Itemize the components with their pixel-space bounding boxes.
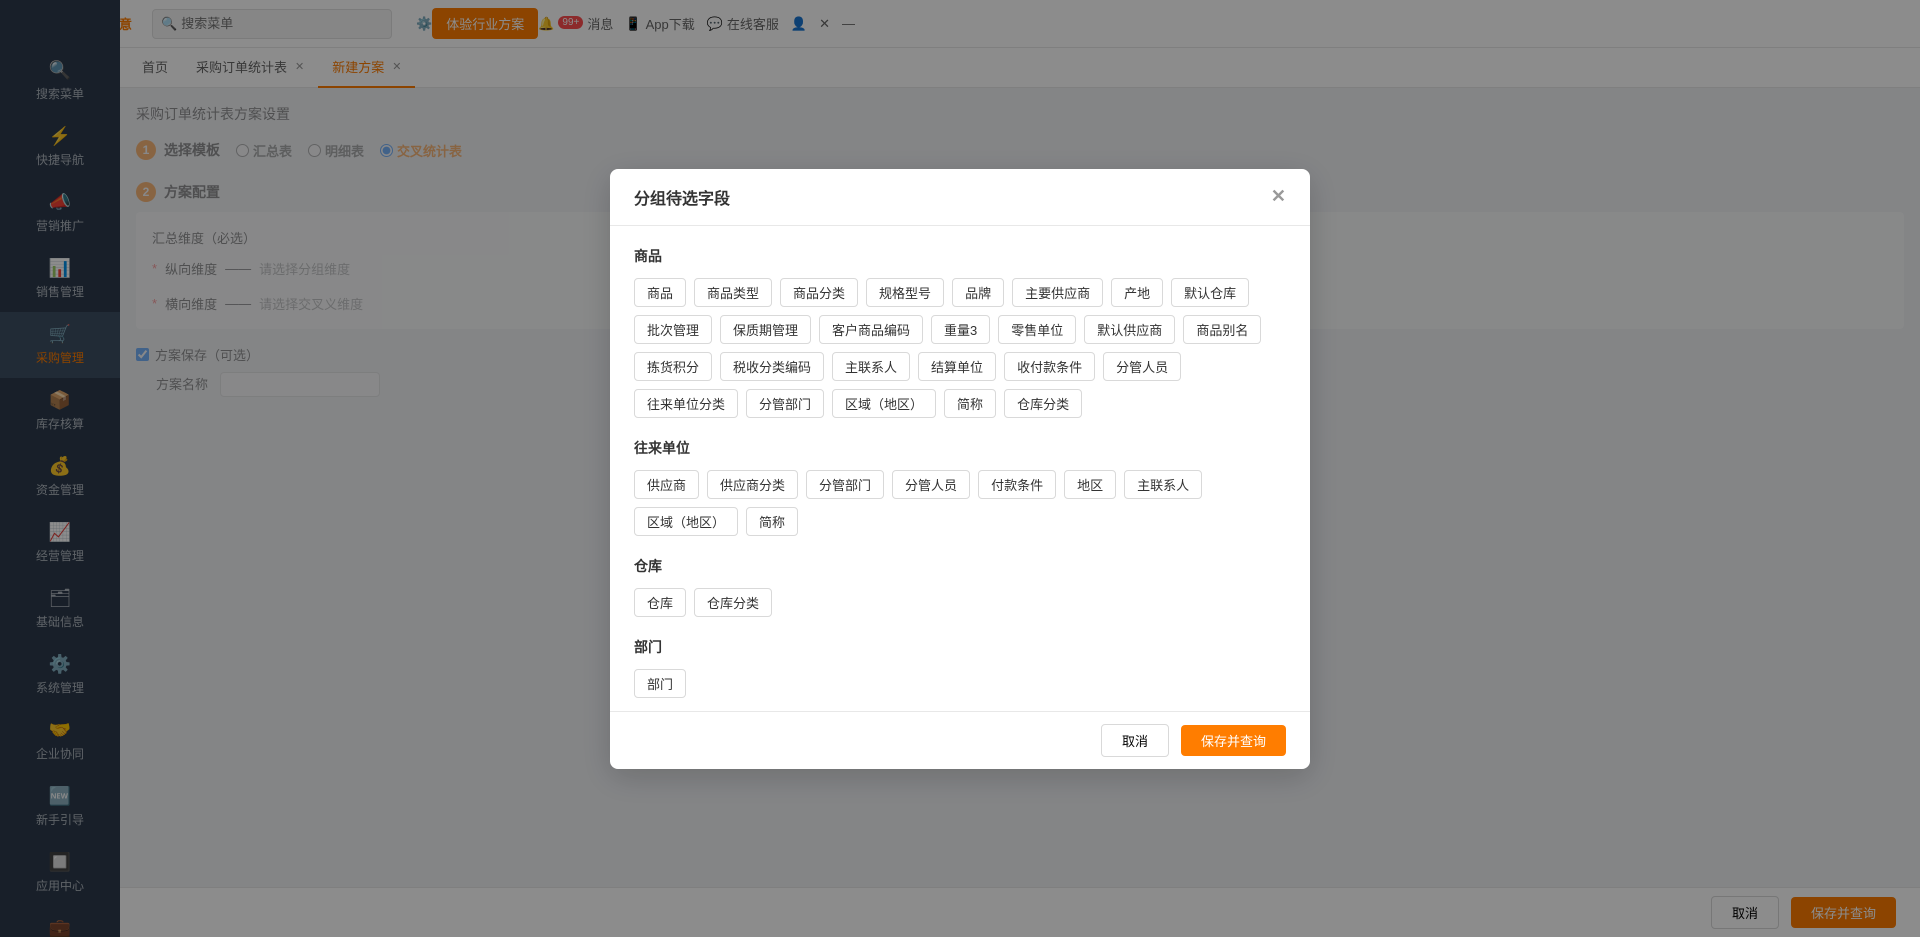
chip-partner-region[interactable]: 区域（地区） <box>634 507 738 536</box>
section-title-partner: 往来单位 <box>634 438 1286 458</box>
chip-department[interactable]: 部门 <box>634 669 686 698</box>
modal-dialog: 分组待选字段 ✕ 商品 商品 商品类型 商品分类 规格型号 品牌 主要供应商 产… <box>610 169 1310 769</box>
chip-default-warehouse[interactable]: 默认仓库 <box>1171 278 1249 307</box>
section-title-dept: 部门 <box>634 637 1286 657</box>
chip-partner-supervisor[interactable]: 分管人员 <box>892 470 970 499</box>
chip-spec-model[interactable]: 规格型号 <box>866 278 944 307</box>
chip-partner-dept[interactable]: 分管部门 <box>806 470 884 499</box>
chip-goods[interactable]: 商品 <box>634 278 686 307</box>
modal-confirm-btn[interactable]: 保存并查询 <box>1181 725 1286 756</box>
chip-retail-unit[interactable]: 零售单位 <box>998 315 1076 344</box>
chip-region[interactable]: 区域（地区） <box>832 389 936 418</box>
chip-main-supplier[interactable]: 主要供应商 <box>1012 278 1103 307</box>
chip-supplier-category[interactable]: 供应商分类 <box>707 470 798 499</box>
chip-goods-alias[interactable]: 商品别名 <box>1183 315 1261 344</box>
dept-chips: 部门 <box>634 669 1286 698</box>
warehouse-chips: 仓库 仓库分类 <box>634 588 1286 617</box>
chip-brand[interactable]: 品牌 <box>952 278 1004 307</box>
chip-weight3[interactable]: 重量3 <box>931 315 990 344</box>
field-section-partner: 往来单位 供应商 供应商分类 分管部门 分管人员 付款条件 地区 主联系人 区域… <box>634 438 1286 536</box>
chip-payment-condition[interactable]: 付款条件 <box>978 470 1056 499</box>
chip-settlement-unit[interactable]: 结算单位 <box>918 352 996 381</box>
modal-header: 分组待选字段 ✕ <box>610 169 1310 226</box>
chip-short-name[interactable]: 简称 <box>944 389 996 418</box>
chip-supervisor[interactable]: 分管人员 <box>1103 352 1181 381</box>
field-section-warehouse: 仓库 仓库 仓库分类 <box>634 556 1286 617</box>
chip-goods-category[interactable]: 商品分类 <box>780 278 858 307</box>
chip-warehouse-cat[interactable]: 仓库分类 <box>694 588 772 617</box>
modal-cancel-btn[interactable]: 取消 <box>1101 724 1169 757</box>
chip-partner-category[interactable]: 往来单位分类 <box>634 389 738 418</box>
modal-close-btn[interactable]: ✕ <box>1271 186 1286 207</box>
chip-warehouse-category[interactable]: 仓库分类 <box>1004 389 1082 418</box>
chip-partner-main-contact[interactable]: 主联系人 <box>1124 470 1202 499</box>
modal-footer: 取消 保存并查询 <box>610 711 1310 769</box>
chip-supplier[interactable]: 供应商 <box>634 470 699 499</box>
chip-goods-type[interactable]: 商品类型 <box>694 278 772 307</box>
section-title-warehouse: 仓库 <box>634 556 1286 576</box>
chip-warehouse[interactable]: 仓库 <box>634 588 686 617</box>
chip-partner-short-name[interactable]: 简称 <box>746 507 798 536</box>
chip-dept[interactable]: 分管部门 <box>746 389 824 418</box>
field-section-goods: 商品 商品 商品类型 商品分类 规格型号 品牌 主要供应商 产地 默认仓库 批次… <box>634 246 1286 418</box>
chip-main-contact[interactable]: 主联系人 <box>832 352 910 381</box>
chip-default-supplier[interactable]: 默认供应商 <box>1084 315 1175 344</box>
chip-batch-mgmt[interactable]: 批次管理 <box>634 315 712 344</box>
chip-payment-terms[interactable]: 收付款条件 <box>1004 352 1095 381</box>
chip-area[interactable]: 地区 <box>1064 470 1116 499</box>
field-section-dept: 部门 部门 <box>634 637 1286 698</box>
partner-chips: 供应商 供应商分类 分管部门 分管人员 付款条件 地区 主联系人 区域（地区） … <box>634 470 1286 536</box>
modal-title: 分组待选字段 <box>634 185 730 209</box>
chip-tax-code[interactable]: 税收分类编码 <box>720 352 824 381</box>
chip-pick-points[interactable]: 拣货积分 <box>634 352 712 381</box>
goods-chips: 商品 商品类型 商品分类 规格型号 品牌 主要供应商 产地 默认仓库 批次管理 … <box>634 278 1286 418</box>
chip-expiry-mgmt[interactable]: 保质期管理 <box>720 315 811 344</box>
modal-body: 商品 商品 商品类型 商品分类 规格型号 品牌 主要供应商 产地 默认仓库 批次… <box>610 226 1310 711</box>
modal-overlay: 分组待选字段 ✕ 商品 商品 商品类型 商品分类 规格型号 品牌 主要供应商 产… <box>0 0 1920 937</box>
section-title-goods: 商品 <box>634 246 1286 266</box>
chip-customer-code[interactable]: 客户商品编码 <box>819 315 923 344</box>
chip-origin[interactable]: 产地 <box>1111 278 1163 307</box>
